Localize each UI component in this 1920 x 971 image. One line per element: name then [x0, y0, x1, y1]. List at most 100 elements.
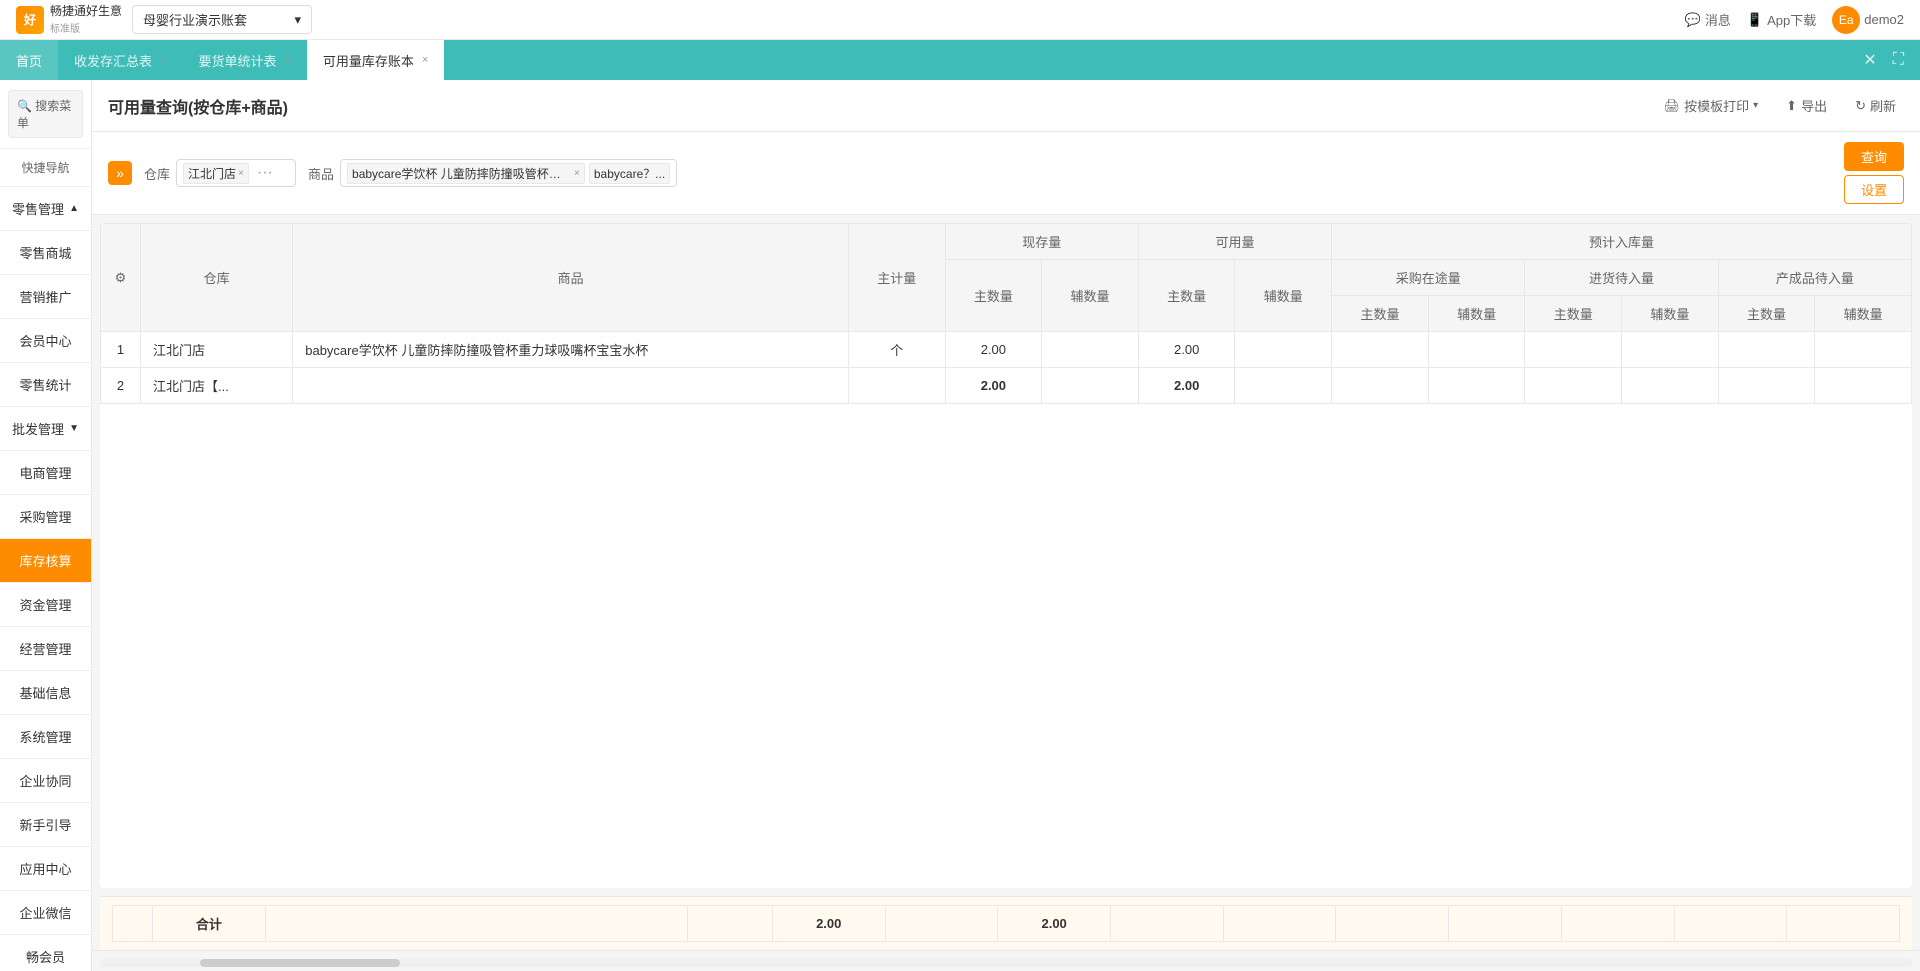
tab-home[interactable]: 首页	[0, 40, 58, 80]
filter-toggle-button[interactable]: »	[108, 161, 132, 185]
top-bar-right: 💬 消息 📱 App下载 Ea demo2	[1685, 6, 1904, 34]
product-tag: babycare学饮杯 儿童防摔防撞吸管杯重力球吸嘴杯宝宝水杯 ×	[347, 163, 585, 184]
quick-nav-button[interactable]: 快捷导航	[0, 149, 91, 187]
settings-col-header[interactable]: ⚙	[101, 224, 141, 332]
sidebar-item-basic-info[interactable]: 基础信息	[0, 671, 91, 715]
sidebar-item-operations[interactable]: 经营管理	[0, 627, 91, 671]
product-filter-label: 商品	[308, 164, 334, 183]
user-profile[interactable]: Ea demo2	[1832, 6, 1904, 34]
summary-production-main	[1674, 906, 1787, 942]
message-icon: 💬	[1685, 12, 1701, 28]
scrollbar-area[interactable]	[92, 950, 1920, 971]
product-filter-input[interactable]: babycare学饮杯 儿童防摔防撞吸管杯重力球吸嘴杯宝宝水杯 × babyca…	[340, 159, 677, 187]
summary-inbound-main	[1449, 906, 1562, 942]
sidebar-item-member[interactable]: 会员中心	[0, 319, 91, 363]
row1-purchase-aux	[1428, 332, 1525, 368]
summary-purchase-main	[1223, 906, 1336, 942]
warehouse-filter-label: 仓库	[144, 164, 170, 183]
sidebar-item-ecommerce[interactable]: 电商管理	[0, 451, 91, 495]
sidebar-item-marketing[interactable]: 营销推广	[0, 275, 91, 319]
sidebar-item-enterprise[interactable]: 企业协同	[0, 759, 91, 803]
sidebar-item-purchase[interactable]: 采购管理	[0, 495, 91, 539]
scrollbar-thumb[interactable]	[200, 959, 400, 967]
row2-product	[293, 368, 849, 404]
query-button[interactable]: 查询	[1844, 142, 1904, 171]
stock-aux-header: 辅数量	[1042, 260, 1139, 332]
order-stats-close-icon[interactable]: ×	[284, 54, 290, 66]
row2-main-unit	[848, 368, 945, 404]
export-label: 导出	[1801, 96, 1827, 115]
available-stock-close-icon[interactable]: ×	[422, 54, 428, 66]
print-dropdown-icon: ▾	[1753, 100, 1758, 111]
summary-table: 合计 2.00 2.00	[112, 905, 1900, 942]
row1-available-main: 2.00	[1138, 332, 1235, 368]
warehouse-tag-text: 江北门店	[188, 165, 236, 182]
production-group-header: 产成品待入量	[1718, 260, 1911, 296]
nav-tabs: 首页 收发存汇总表 × 要货单统计表 × 可用量库存账本 × ✕ ⛶	[0, 40, 1920, 80]
sidebar-item-inventory[interactable]: 库存核算	[0, 539, 91, 583]
app-download-button[interactable]: 📱 App下载	[1747, 10, 1816, 29]
export-button[interactable]: ⬆ 导出	[1778, 92, 1835, 119]
top-bar-left: 好 畅捷通好生意 标准版 母婴行业演示账套 ▾	[16, 4, 312, 35]
income-expense-close-icon[interactable]: ×	[160, 54, 166, 66]
logo-area: 好 畅捷通好生意 标准版	[16, 4, 122, 35]
row2-production-main	[1718, 368, 1815, 404]
warehouse-tag-close-icon[interactable]: ×	[238, 168, 244, 179]
sidebar-item-finance[interactable]: 资金管理	[0, 583, 91, 627]
sidebar-item-retail-mgmt[interactable]: 零售管理 ▲	[0, 187, 91, 231]
table-row: 2 江北门店【... 2.00 2.00	[101, 368, 1912, 404]
available-group-header: 可用量	[1138, 224, 1331, 260]
sidebar-item-retail-mall[interactable]: 零售商城	[0, 231, 91, 275]
sidebar: 🔍 搜索菜单 快捷导航 零售管理 ▲ 零售商城 营销推广 会员中心 零售统计 批…	[0, 80, 92, 971]
row2-production-aux	[1815, 368, 1912, 404]
tab-income-expense[interactable]: 收发存汇总表 ×	[58, 40, 182, 80]
summary-stock-aux	[885, 906, 998, 942]
tab-available-stock[interactable]: 可用量库存账本 ×	[307, 40, 444, 80]
income-expense-label: 收发存汇总表	[74, 51, 152, 70]
sidebar-item-vip-member[interactable]: 畅会员	[0, 935, 91, 971]
message-label: 消息	[1705, 10, 1731, 29]
row1-product: babycare学饮杯 儿童防摔防撞吸管杯重力球吸嘴杯宝宝水杯	[293, 332, 849, 368]
row2-warehouse: 江北门店【...	[141, 368, 293, 404]
sidebar-item-wholesale-mgmt[interactable]: 批发管理 ▼	[0, 407, 91, 451]
logo-sub: 标准版	[50, 20, 122, 35]
product-tag-text: babycare学饮杯 儿童防摔防撞吸管杯重力球吸嘴杯宝宝水杯	[352, 165, 572, 182]
warehouse-filter-input[interactable]: 江北门店 × ···	[176, 159, 296, 187]
product-tag-close-icon[interactable]: ×	[574, 168, 580, 179]
sidebar-item-app-center[interactable]: 应用中心	[0, 847, 91, 891]
message-button[interactable]: 💬 消息	[1685, 10, 1731, 29]
enterprise-label: 企业协同	[19, 771, 71, 790]
tab-order-stats[interactable]: 要货单统计表 ×	[182, 40, 306, 80]
nav-tab-actions: ✕ ⛶	[1847, 46, 1920, 74]
row1-inbound-aux	[1622, 332, 1719, 368]
sidebar-item-system[interactable]: 系统管理	[0, 715, 91, 759]
settings-button[interactable]: 设置	[1844, 175, 1904, 204]
purchase-aux-header: 辅数量	[1428, 296, 1525, 332]
nav-close-button[interactable]: ✕	[1859, 46, 1880, 74]
horizontal-scrollbar[interactable]	[100, 959, 1912, 967]
sidebar-item-retail-stats[interactable]: 零售统计	[0, 363, 91, 407]
print-button[interactable]: 🖨 按模板打印 ▾	[1656, 92, 1767, 119]
warehouse-more-icon[interactable]: ···	[253, 164, 277, 182]
ecommerce-label: 电商管理	[19, 463, 71, 482]
available-main-header: 主数量	[1138, 260, 1235, 332]
sidebar-item-new-guide[interactable]: 新手引导	[0, 803, 91, 847]
logo-text: 畅捷通好生意	[50, 4, 122, 20]
refresh-button[interactable]: ↻ 刷新	[1847, 92, 1904, 119]
product-filter-field: 商品 babycare学饮杯 儿童防摔防撞吸管杯重力球吸嘴杯宝宝水杯 × bab…	[308, 159, 677, 187]
row2-available-main: 2.00	[1138, 368, 1235, 404]
search-menu-button[interactable]: 🔍 搜索菜单	[8, 90, 83, 138]
table-area: ⚙ 仓库 商品 主计量 现存量 可用量 预计入库量 主数量 辅数量 主数量 辅数…	[100, 223, 1912, 888]
refresh-label: 刷新	[1870, 96, 1896, 115]
system-label: 系统管理	[19, 727, 71, 746]
row1-available-aux	[1235, 332, 1332, 368]
page-title: 可用量查询(按仓库+商品)	[108, 94, 288, 118]
summary-stock-main: 2.00	[772, 906, 885, 942]
inventory-label: 库存核算	[19, 551, 71, 570]
logo-icon: 好	[16, 6, 44, 34]
org-selector[interactable]: 母婴行业演示账套 ▾	[132, 5, 312, 34]
sidebar-item-wechat[interactable]: 企业微信	[0, 891, 91, 935]
production-aux-header: 辅数量	[1815, 296, 1912, 332]
nav-expand-button[interactable]: ⛶	[1889, 47, 1908, 73]
wechat-label: 企业微信	[19, 903, 71, 922]
